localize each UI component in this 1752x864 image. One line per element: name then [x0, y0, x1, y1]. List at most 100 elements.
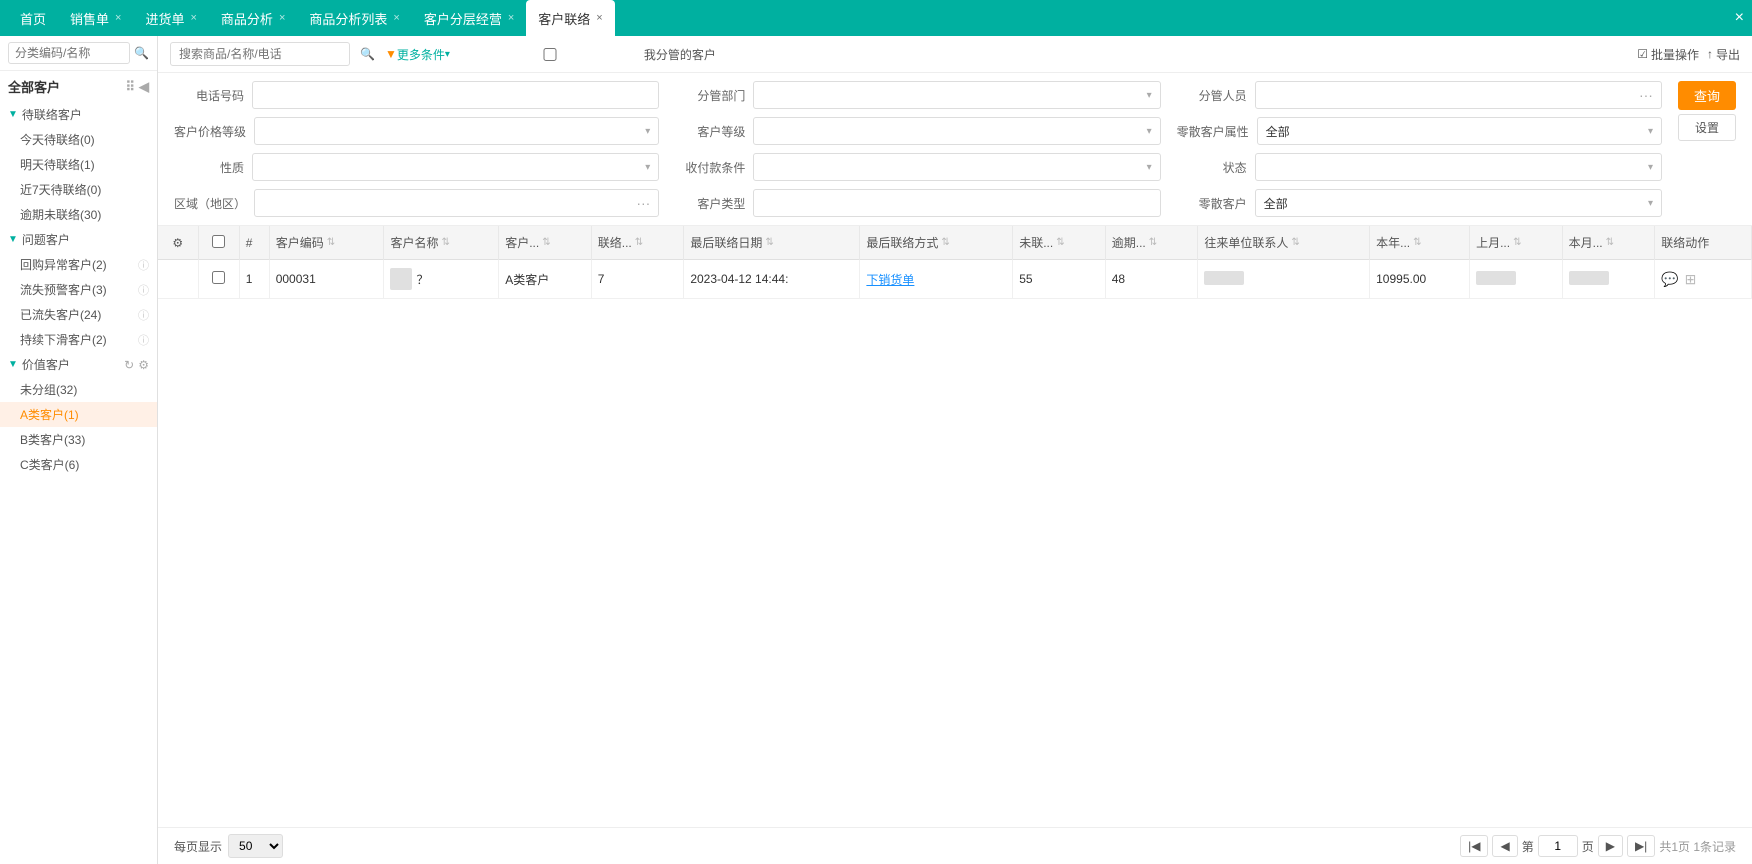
retail-attr-select[interactable]: 全部 ▾ [1257, 117, 1662, 145]
batch-op-btn[interactable]: ☑ 批量操作 [1637, 46, 1699, 63]
query-button[interactable]: 查询 [1678, 81, 1736, 110]
search-button[interactable]: 🔍 [360, 47, 375, 61]
th-last-month: 上月...⇅ [1470, 226, 1563, 260]
sidebar-section-pending[interactable]: ▼ 待联络客户 [0, 102, 157, 127]
search-input[interactable] [170, 42, 350, 66]
sidebar-item-churn-warning[interactable]: 流失预警客户(3) ⓘ [0, 277, 157, 302]
sort-icon-last-month[interactable]: ⇅ [1513, 237, 1521, 248]
value-refresh-icon[interactable]: ↻ [124, 358, 134, 372]
sidebar-search-icon[interactable]: 🔍 [134, 46, 149, 60]
filter-cell-phone: 电话号码 [174, 81, 659, 109]
sort-icon-date[interactable]: ⇅ [765, 237, 773, 248]
payment-select[interactable]: ▾ [753, 153, 1160, 181]
nature-select[interactable]: ▾ [252, 153, 659, 181]
sidebar-search-input[interactable] [8, 42, 130, 64]
sidebar-item-7days[interactable]: 近7天待联络(0) [0, 177, 157, 202]
info-icon-declining: ⓘ [138, 332, 149, 348]
chat-icon[interactable]: 💬 [1661, 271, 1678, 288]
status-arrow: ▾ [1648, 162, 1653, 173]
close-tab-customer-contact[interactable]: × [596, 12, 602, 24]
last-page-btn[interactable]: ▶| [1627, 835, 1655, 857]
sidebar-item-abnormal[interactable]: 回购异常客户(2) ⓘ [0, 252, 157, 277]
retail-customer-select[interactable]: 全部 ▾ [1255, 189, 1662, 217]
sort-icon-overdue[interactable]: ⇅ [1149, 237, 1157, 248]
price-grade-select[interactable]: ▾ [254, 117, 659, 145]
customer-grade-select[interactable]: ▾ [753, 117, 1160, 145]
row-code: 000031 [269, 260, 384, 299]
settings-button[interactable]: 设置 [1678, 114, 1736, 141]
pending-arrow: ▼ [8, 109, 18, 120]
row-this-month [1562, 260, 1655, 299]
status-select[interactable]: ▾ [1255, 153, 1662, 181]
row-select-checkbox[interactable] [212, 271, 225, 284]
sort-icon-contact-person[interactable]: ⇅ [1291, 237, 1299, 248]
sidebar-all-customers[interactable]: 全部客户 ⠿ ◀ [0, 71, 157, 102]
sidebar-item-a-class[interactable]: A类客户(1) [0, 402, 157, 427]
gear-icon[interactable]: ⚙ [172, 236, 183, 250]
sidebar-item-today[interactable]: 今天待联络(0) [0, 127, 157, 152]
close-all-tabs[interactable]: × [1735, 9, 1744, 27]
close-tab-analysis-list[interactable]: × [393, 12, 399, 24]
sort-icon-this-month[interactable]: ⇅ [1606, 237, 1614, 248]
staff-dots: ··· [1639, 87, 1653, 103]
nav-tab-analysis-list[interactable]: 商品分析列表 × [297, 0, 411, 36]
close-tab-analysis[interactable]: × [279, 12, 285, 24]
nature-arrow: ▾ [645, 162, 650, 173]
my-customers-checkbox[interactable] [460, 48, 640, 61]
row-last-month [1470, 260, 1563, 299]
sort-icon-year[interactable]: ⇅ [1413, 237, 1421, 248]
batch-icon: ☑ [1637, 47, 1648, 61]
payment-arrow: ▾ [1147, 162, 1152, 173]
sidebar-item-b-class[interactable]: B类客户(33) [0, 427, 157, 452]
sidebar-item-c-class[interactable]: C类客户(6) [0, 452, 157, 477]
sidebar-item-churned[interactable]: 已流失客户(24) ⓘ [0, 302, 157, 327]
last-method-link[interactable]: 下销货单 [866, 273, 914, 287]
close-tab-sales[interactable]: × [115, 12, 121, 24]
sidebar-item-ungroups[interactable]: 未分组(32) [0, 377, 157, 402]
nav-tab-customer-contact[interactable]: 客户联络 × [526, 0, 614, 36]
close-tab-customer-ops[interactable]: × [508, 12, 514, 24]
first-page-btn[interactable]: |◀ [1460, 835, 1488, 857]
sidebar-item-tomorrow[interactable]: 明天待联络(1) [0, 152, 157, 177]
page-size-select[interactable]: 50 100 200 [228, 834, 283, 858]
sort-icon-method[interactable]: ⇅ [941, 237, 949, 248]
more-filters-btn[interactable]: ▼ 更多条件 ▾ [385, 46, 450, 63]
qr-icon[interactable]: ⊞ [1685, 271, 1697, 288]
phone-input[interactable] [252, 81, 659, 109]
sidebar-section-value[interactable]: ▼ 价值客户 ↻ ⚙ [0, 352, 157, 377]
prev-page-btn[interactable]: ◀ [1492, 835, 1517, 857]
sort-icon-grade[interactable]: ⇅ [542, 237, 550, 248]
customer-table-container: ⚙ # 客户编码⇅ 客户名称⇅ 客户...⇅ [158, 226, 1752, 827]
nav-tab-analysis[interactable]: 商品分析 × [209, 0, 297, 36]
sort-icon-name[interactable]: ⇅ [441, 237, 449, 248]
close-tab-purchase[interactable]: × [190, 12, 196, 24]
export-btn[interactable]: ↑ 导出 [1707, 46, 1740, 63]
region-select[interactable]: ··· [254, 189, 659, 217]
sort-icon-code[interactable]: ⇅ [327, 237, 335, 248]
retail-customer-arrow: ▾ [1648, 198, 1653, 209]
th-index: # [239, 226, 269, 260]
retail-attr-arrow: ▾ [1648, 126, 1653, 137]
sort-icon-no-contact[interactable]: ⇅ [1056, 237, 1064, 248]
staff-select[interactable]: ··· [1255, 81, 1662, 109]
sidebar-collapse-icon[interactable]: ◀ [139, 79, 149, 95]
nav-tab-purchase[interactable]: 进货单 × [133, 0, 208, 36]
sort-icon-contact[interactable]: ⇅ [635, 237, 643, 248]
nav-home[interactable]: 首页 [8, 0, 58, 36]
my-customers-filter[interactable]: 我分管的客户 [460, 46, 716, 63]
page-number-input[interactable] [1538, 835, 1578, 857]
sidebar-item-overdue[interactable]: 逾期未联络(30) [0, 202, 157, 227]
th-last-method: 最后联络方式⇅ [860, 226, 1013, 260]
filter-cell-dept: 分管部门 ▾ [675, 81, 1160, 109]
sidebar-section-problems[interactable]: ▼ 问题客户 [0, 227, 157, 252]
problems-arrow: ▼ [8, 234, 18, 245]
dept-select[interactable]: ▾ [753, 81, 1160, 109]
customer-type-select[interactable] [753, 189, 1160, 217]
nav-tab-customer-ops[interactable]: 客户分层经营 × [412, 0, 526, 36]
next-page-btn[interactable]: ▶ [1598, 835, 1623, 857]
select-all-checkbox[interactable] [212, 235, 225, 248]
sidebar-item-declining[interactable]: 持续下滑客户(2) ⓘ [0, 327, 157, 352]
nav-tab-sales[interactable]: 销售单 × [58, 0, 133, 36]
value-settings-icon[interactable]: ⚙ [138, 358, 149, 372]
row-checkbox [198, 260, 239, 299]
